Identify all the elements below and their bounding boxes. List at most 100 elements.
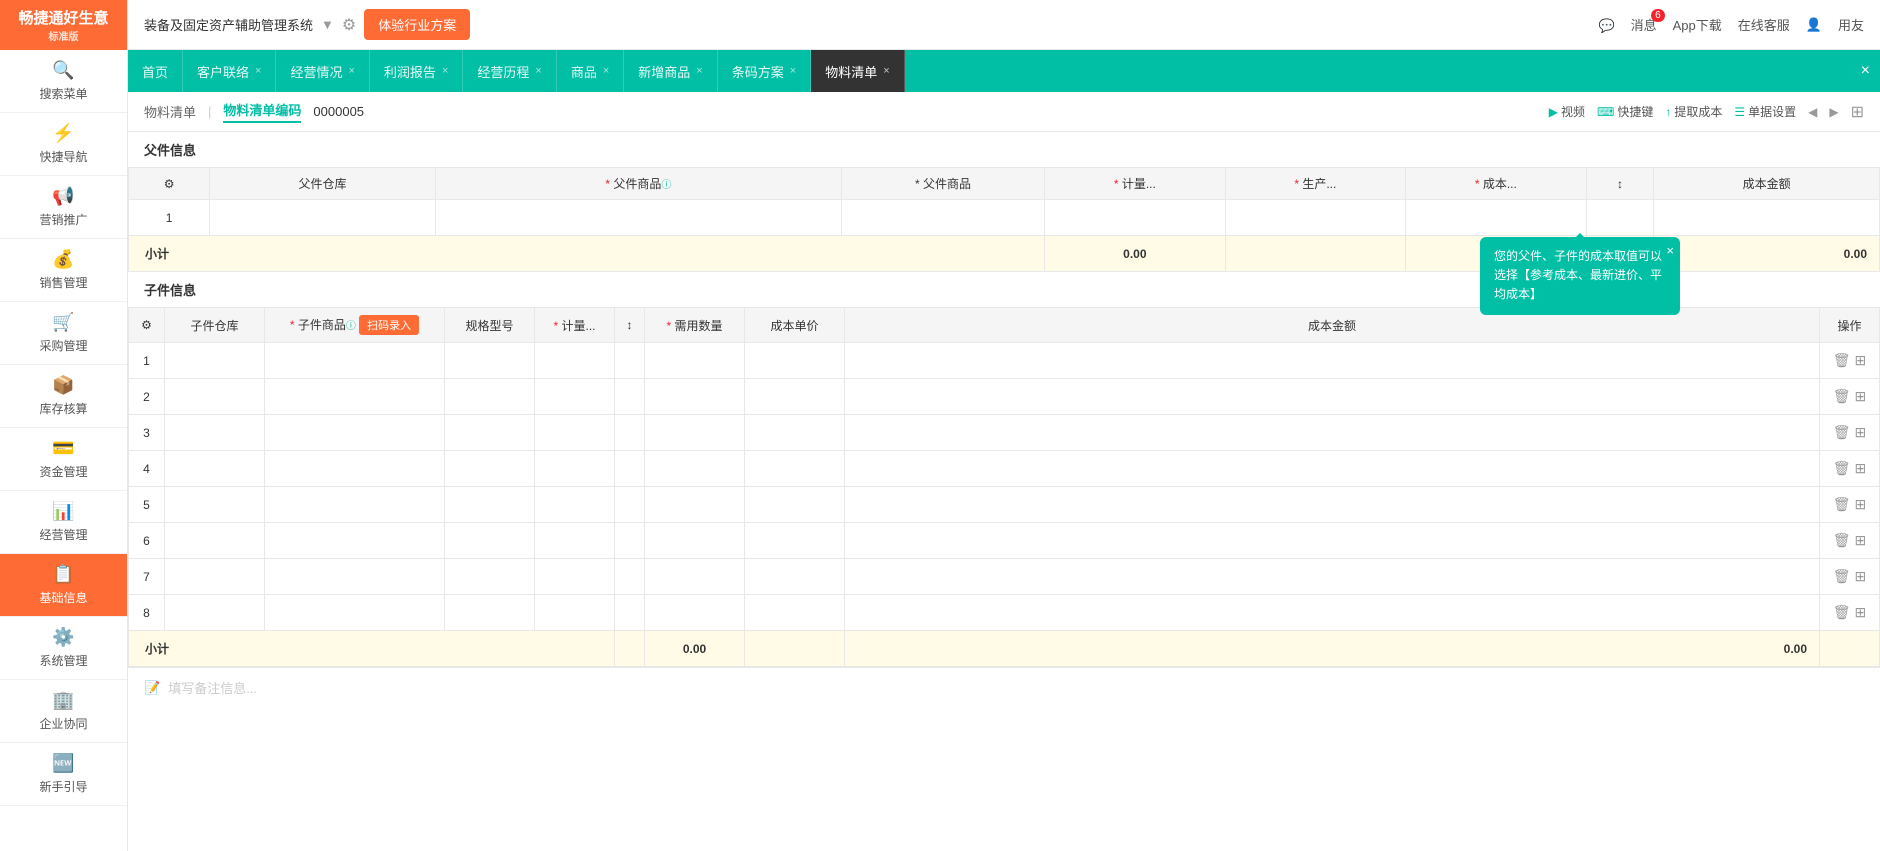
copy-row-button[interactable]: ⊞ <box>1855 352 1867 369</box>
parent-prod-cell[interactable] <box>1225 200 1406 236</box>
copy-row-button[interactable]: ⊞ <box>1855 568 1867 585</box>
extract-cost-button[interactable]: ↑ 提取成本 <box>1665 103 1722 120</box>
child-spec-cell[interactable] <box>445 559 535 595</box>
sidebar-item-purchase[interactable]: 🛒 采购管理 <box>0 302 127 365</box>
child-qty-cell[interactable] <box>645 379 745 415</box>
tab-barcode-close[interactable]: × <box>790 65 796 77</box>
delete-row-button[interactable]: 🗑 <box>1833 424 1851 441</box>
child-spec-cell[interactable] <box>445 379 535 415</box>
delete-row-button[interactable]: 🗑 <box>1833 352 1851 369</box>
child-goods-cell[interactable] <box>265 415 445 451</box>
parent-warehouse-cell[interactable] <box>210 200 436 236</box>
sidebar-item-search[interactable]: 🔍 搜索菜单 <box>0 50 127 113</box>
user-name[interactable]: 用友 <box>1838 15 1864 34</box>
tab-new-goods[interactable]: 新增商品 × <box>624 50 717 92</box>
tab-history-close[interactable]: × <box>535 65 541 77</box>
child-qty-cell[interactable] <box>645 487 745 523</box>
copy-row-button[interactable]: ⊞ <box>1855 496 1867 513</box>
child-unit-cell[interactable] <box>535 379 615 415</box>
single-settings-button[interactable]: ☰ 单据设置 <box>1734 103 1796 120</box>
copy-row-button[interactable]: ⊞ <box>1855 604 1867 621</box>
exp-industry-button[interactable]: 体验行业方案 <box>364 9 470 40</box>
sidebar-item-operations[interactable]: 📊 经营管理 <box>0 491 127 554</box>
child-goods-cell[interactable] <box>265 523 445 559</box>
child-warehouse-cell[interactable] <box>165 343 265 379</box>
child-unit-cell[interactable] <box>535 343 615 379</box>
child-warehouse-cell[interactable] <box>165 451 265 487</box>
child-spec-cell[interactable] <box>445 487 535 523</box>
copy-row-button[interactable]: ⊞ <box>1855 388 1867 405</box>
delete-row-button[interactable]: 🗑 <box>1833 532 1851 549</box>
online-service-button[interactable]: 在线客服 <box>1738 15 1790 34</box>
tab-operations-close[interactable]: × <box>348 65 354 77</box>
tab-new-goods-close[interactable]: × <box>696 65 702 77</box>
child-unit-price-cell[interactable] <box>745 487 845 523</box>
tab-goods-close[interactable]: × <box>603 65 609 77</box>
parent-goods-cell[interactable] <box>435 200 841 236</box>
sidebar-item-quick-nav[interactable]: ⚡ 快捷导航 <box>0 113 127 176</box>
view-video-button[interactable]: ▶ 视频 <box>1549 103 1585 120</box>
child-goods-cell[interactable] <box>265 379 445 415</box>
tab-customer-close[interactable]: × <box>255 65 261 77</box>
tab-bom[interactable]: 物料清单 × <box>811 50 904 92</box>
child-unit-price-cell[interactable] <box>745 451 845 487</box>
child-goods-cell[interactable] <box>265 487 445 523</box>
expand-icon[interactable]: ⊞ <box>1851 102 1864 122</box>
child-qty-cell[interactable] <box>645 343 745 379</box>
child-unit-cell[interactable] <box>535 595 615 631</box>
tab-profit-close[interactable]: × <box>442 65 448 77</box>
tooltip-close-button[interactable]: × <box>1666 241 1674 262</box>
copy-row-button[interactable]: ⊞ <box>1855 424 1867 441</box>
parent-cost-cell[interactable] <box>1406 200 1587 236</box>
sidebar-item-inventory[interactable]: 📦 库存核算 <box>0 365 127 428</box>
tab-goods[interactable]: 商品 × <box>557 50 624 92</box>
tab-home[interactable]: 首页 <box>128 50 183 92</box>
child-unit-cell[interactable] <box>535 451 615 487</box>
gear-settings-icon[interactable]: ⚙ <box>342 15 356 35</box>
tab-operations[interactable]: 经营情况 × <box>276 50 369 92</box>
child-unit-price-cell[interactable] <box>745 379 845 415</box>
child-spec-cell[interactable] <box>445 415 535 451</box>
sidebar-item-marketing[interactable]: 📢 营销推广 <box>0 176 127 239</box>
child-warehouse-cell[interactable] <box>165 523 265 559</box>
child-goods-cell[interactable] <box>265 343 445 379</box>
child-qty-cell[interactable] <box>645 559 745 595</box>
child-goods-cell[interactable] <box>265 595 445 631</box>
child-warehouse-cell[interactable] <box>165 595 265 631</box>
child-qty-cell[interactable] <box>645 595 745 631</box>
breadcrumb-bom-code[interactable]: 物料清单编码 <box>223 100 301 123</box>
delete-row-button[interactable]: 🗑 <box>1833 460 1851 477</box>
child-unit-price-cell[interactable] <box>745 559 845 595</box>
child-warehouse-cell[interactable] <box>165 379 265 415</box>
child-qty-cell[interactable] <box>645 415 745 451</box>
delete-row-button[interactable]: 🗑 <box>1833 496 1851 513</box>
child-warehouse-cell[interactable] <box>165 559 265 595</box>
scan-input-button[interactable]: 扫码录入 <box>359 315 419 335</box>
copy-row-button[interactable]: ⊞ <box>1855 532 1867 549</box>
delete-row-button[interactable]: 🗑 <box>1833 388 1851 405</box>
child-unit-cell[interactable] <box>535 415 615 451</box>
close-all-tabs-button[interactable]: × <box>1851 62 1880 80</box>
child-qty-cell[interactable] <box>645 451 745 487</box>
shortcut-button[interactable]: ⌨ 快捷键 <box>1597 103 1653 120</box>
tab-history[interactable]: 经营历程 × <box>463 50 556 92</box>
child-warehouse-cell[interactable] <box>165 487 265 523</box>
child-unit-cell[interactable] <box>535 487 615 523</box>
tab-bom-close[interactable]: × <box>883 65 889 77</box>
sidebar-item-system[interactable]: ⚙️ 系统管理 <box>0 617 127 680</box>
sidebar-item-enterprise[interactable]: 🏢 企业协同 <box>0 680 127 743</box>
sidebar-item-guide[interactable]: 🆕 新手引导 <box>0 743 127 806</box>
child-spec-cell[interactable] <box>445 343 535 379</box>
child-unit-price-cell[interactable] <box>745 415 845 451</box>
tab-barcode[interactable]: 条码方案 × <box>718 50 811 92</box>
child-unit-cell[interactable] <box>535 559 615 595</box>
app-download-button[interactable]: App下载 <box>1673 15 1722 34</box>
delete-row-button[interactable]: 🗑 <box>1833 604 1851 621</box>
child-unit-price-cell[interactable] <box>745 595 845 631</box>
child-goods-cell[interactable] <box>265 559 445 595</box>
child-spec-cell[interactable] <box>445 595 535 631</box>
child-col-gear[interactable]: ⚙ <box>129 308 165 343</box>
child-qty-cell[interactable] <box>645 523 745 559</box>
sidebar-item-basic[interactable]: 📋 基础信息 <box>0 554 127 617</box>
child-unit-price-cell[interactable] <box>745 343 845 379</box>
